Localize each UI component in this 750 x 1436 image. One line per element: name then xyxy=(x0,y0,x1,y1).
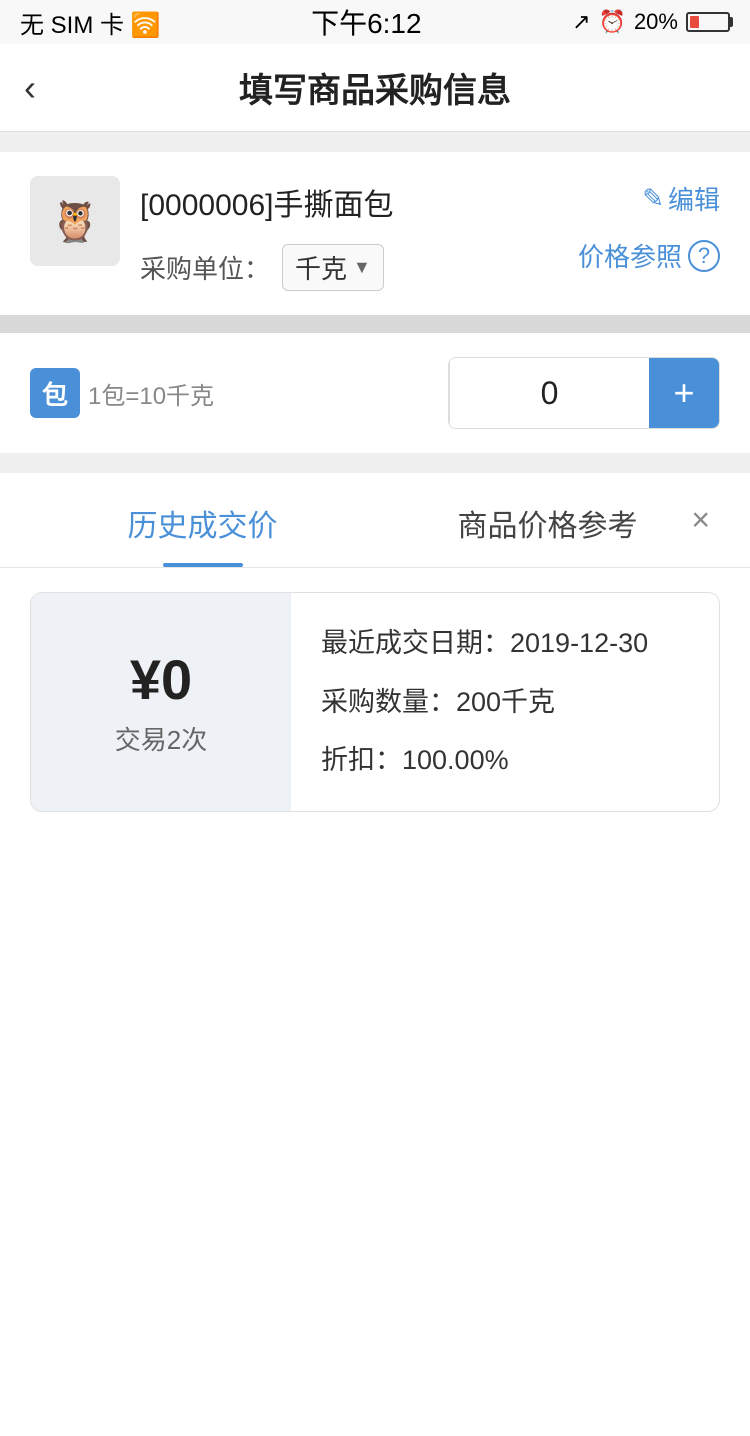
quantity-input[interactable] xyxy=(449,358,649,428)
battery-icon xyxy=(686,12,730,32)
tab-history-price-label: 历史成交价 xyxy=(128,510,278,543)
section-divider xyxy=(0,315,750,333)
nav-bar: ‹ 填写商品采购信息 xyxy=(0,44,750,132)
recent-date-line: 最近成交日期：2019-12-30 xyxy=(321,623,689,664)
close-button[interactable]: × xyxy=(681,492,720,549)
tab-active-indicator xyxy=(163,563,243,567)
price-ref-label: 价格参照 xyxy=(578,237,682,274)
tab-bar: 历史成交价 商品价格参考 × xyxy=(0,473,750,568)
purchase-qty-label: 采购数量： xyxy=(321,687,456,717)
tab-history-price[interactable]: 历史成交价 xyxy=(30,473,375,567)
unit-select[interactable]: 千克 ▼ xyxy=(282,244,384,291)
price-cards-container: ¥0 交易2次 最近成交日期：2019-12-30 采购数量：200千克 折扣：… xyxy=(0,568,750,836)
discount-label: 折扣： xyxy=(321,745,402,775)
help-icon: ? xyxy=(688,240,720,272)
product-name: [0000006]手撕面包 xyxy=(140,180,393,224)
price-ref-button[interactable]: 价格参照 ? xyxy=(578,237,720,274)
price-card-right: 最近成交日期：2019-12-30 采购数量：200千克 折扣：100.00% xyxy=(291,593,719,811)
alarm-icon: ⏰ xyxy=(599,9,626,35)
tab-price-reference[interactable]: 商品价格参考 xyxy=(375,473,720,567)
battery-percent: 20% xyxy=(634,9,678,35)
edit-label: 编辑 xyxy=(668,180,720,217)
quantity-control: + xyxy=(448,357,720,429)
page-rest xyxy=(0,836,750,1436)
price-card: ¥0 交易2次 最近成交日期：2019-12-30 采购数量：200千克 折扣：… xyxy=(30,592,720,812)
quantity-row: 包 1包=10千克 + xyxy=(0,333,750,453)
no-sim-label: 无 SIM 卡 🛜 xyxy=(20,5,161,40)
product-image: 🦉 xyxy=(30,176,120,266)
discount-line: 折扣：100.00% xyxy=(321,740,689,781)
quantity-plus-button[interactable]: + xyxy=(649,358,719,428)
status-time: 下午6:12 xyxy=(311,2,422,42)
purchase-qty-line: 采购数量：200千克 xyxy=(321,682,689,723)
purchase-qty-value: 200千克 xyxy=(456,687,555,717)
price-amount: ¥0 xyxy=(130,647,192,712)
unit-conversion: 1包=10千克 xyxy=(88,376,214,411)
unit-label-left: 包 1包=10千克 xyxy=(30,368,214,418)
price-trades: 交易2次 xyxy=(115,720,207,757)
product-right: ✎ 编辑 价格参照 ? xyxy=(578,176,720,274)
product-info: [0000006]手撕面包 采购单位： 千克 ▼ xyxy=(140,176,393,291)
recent-date-value: 2019-12-30 xyxy=(510,628,648,658)
unit-label: 采购单位： xyxy=(140,249,270,286)
status-right: ↗ ⏰ 20% xyxy=(572,9,730,35)
currency-symbol: ¥ xyxy=(130,648,161,711)
status-bar: 无 SIM 卡 🛜 下午6:12 ↗ ⏰ 20% xyxy=(0,0,750,44)
page-title: 填写商品采购信息 xyxy=(239,63,511,112)
discount-value: 100.00% xyxy=(402,745,509,775)
product-thumbnail: 🦉 xyxy=(50,198,100,245)
product-card: 🦉 [0000006]手撕面包 采购单位： 千克 ▼ ✎ 编辑 价格参照 xyxy=(0,152,750,315)
edit-icon: ✎ xyxy=(642,183,664,214)
recent-date-label: 最近成交日期： xyxy=(321,628,510,658)
unit-value: 千克 xyxy=(295,249,347,286)
unit-row: 采购单位： 千克 ▼ xyxy=(140,244,393,291)
location-icon: ↗ xyxy=(572,9,590,35)
tab-price-reference-label: 商品价格参考 xyxy=(458,510,638,543)
price-card-left: ¥0 交易2次 xyxy=(31,593,291,811)
dropdown-arrow-icon: ▼ xyxy=(353,257,371,278)
edit-button[interactable]: ✎ 编辑 xyxy=(642,180,720,217)
back-button[interactable]: ‹ xyxy=(24,67,36,109)
bottom-panel: 历史成交价 商品价格参考 × ¥0 交易2次 最近成交日期：2019-12-30… xyxy=(0,473,750,836)
status-left: 无 SIM 卡 🛜 xyxy=(20,5,161,40)
price-value: 0 xyxy=(161,648,192,711)
unit-icon: 包 xyxy=(30,368,80,418)
